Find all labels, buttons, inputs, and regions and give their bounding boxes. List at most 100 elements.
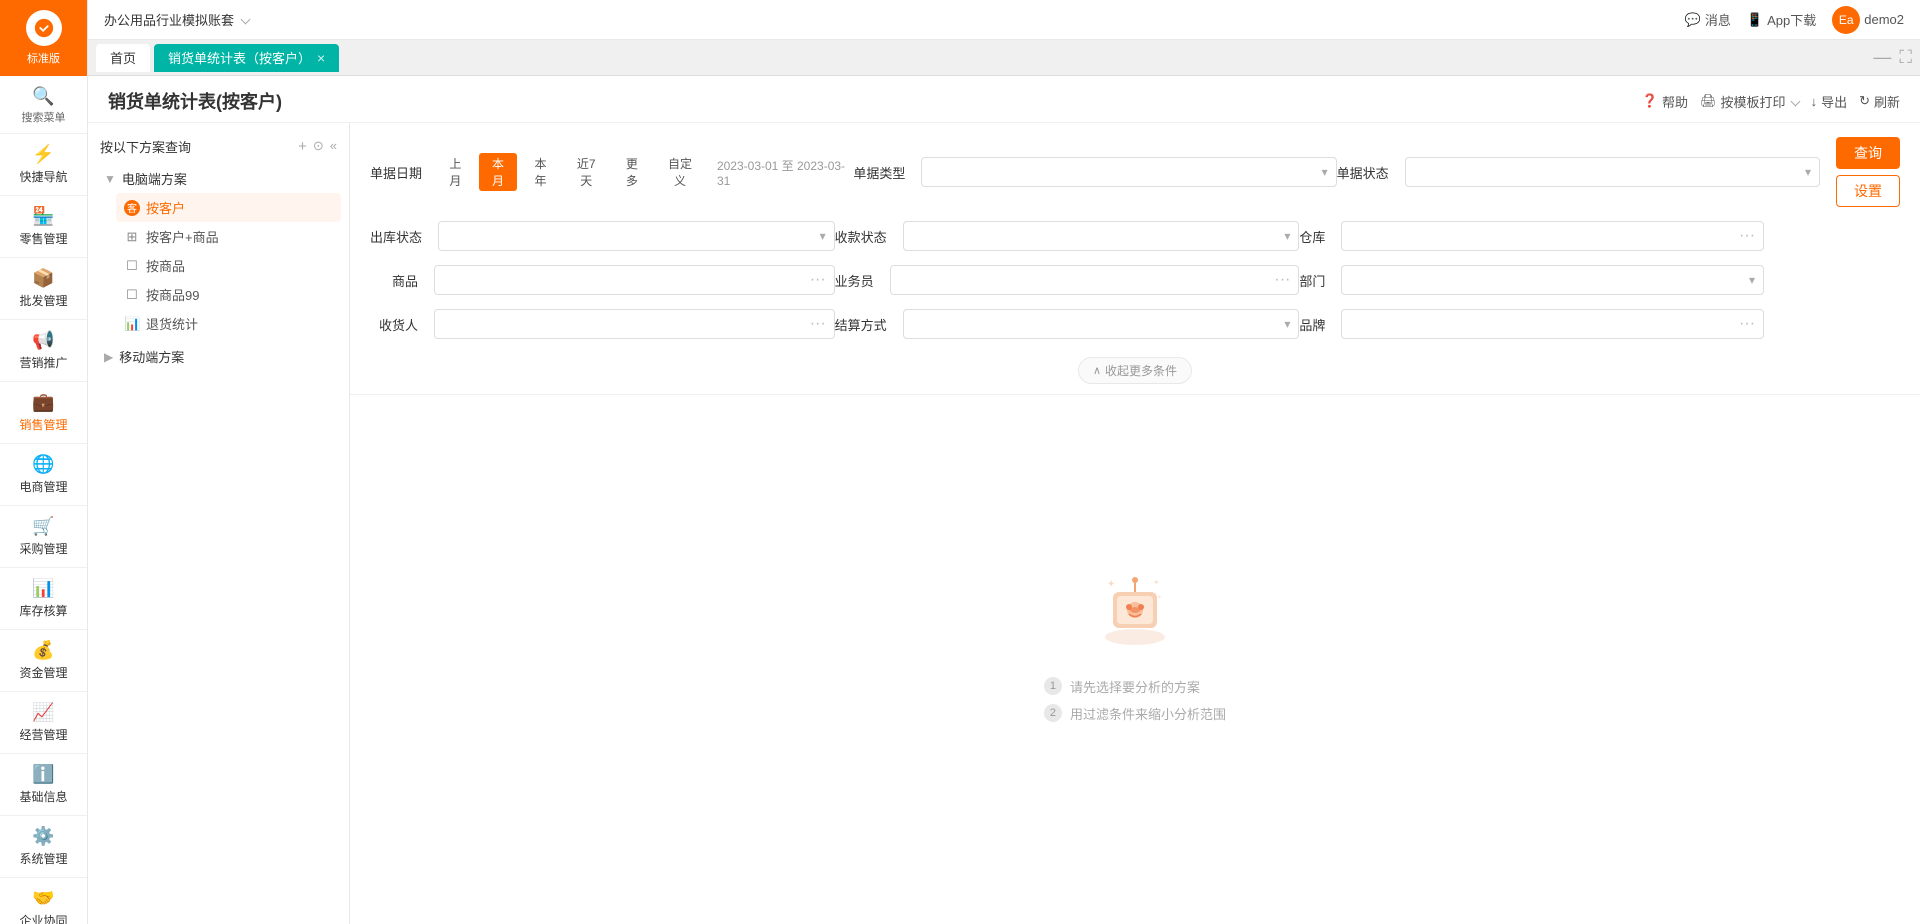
department-select[interactable]: ▾ [1341, 265, 1764, 295]
sidebar-item-purchase[interactable]: 🛒 采购管理 [0, 506, 87, 568]
sidebar-nav: ⚡ 快捷导航 🏪 零售管理 📦 批发管理 📢 营销推广 💼 销售管理 🌐 电商管… [0, 134, 87, 924]
page-title: 销货单统计表(按客户) [108, 88, 282, 114]
empty-tips: 1 请先选择要分析的方案 2 用过滤条件来缩小分析范围 [1044, 677, 1226, 723]
goods-label: 商品 [370, 271, 426, 290]
message-btn[interactable]: 💬 消息 [1685, 10, 1731, 29]
page-content: 销货单统计表(按客户) ❓ 帮助 🖨 按模板打印 ↓ 导出 ↻ 刷新 [88, 76, 1920, 924]
goods-select[interactable]: ··· [434, 265, 835, 295]
scheme-panel-actions: + ⊙ « [298, 138, 337, 155]
sidebar-item-wholesale[interactable]: 📦 批发管理 [0, 258, 87, 320]
sidebar-item-basic[interactable]: ℹ️ 基础信息 [0, 754, 87, 816]
doc-status-chevron-icon: ▾ [1805, 165, 1811, 179]
salesman-select[interactable]: ··· [890, 265, 1300, 295]
account-label: 办公用品行业模拟账套 [104, 10, 234, 29]
sidebar-item-finance[interactable]: 💰 资金管理 [0, 630, 87, 692]
payment-select[interactable]: ▾ [903, 309, 1300, 339]
sidebar-search-item[interactable]: 🔍 搜索菜单 [0, 76, 87, 134]
sidebar-item-sales[interactable]: 💼 销售管理 [0, 382, 87, 444]
warehouse-select[interactable]: ··· [1341, 221, 1764, 251]
sidebar-item-inventory[interactable]: 📊 库存核算 [0, 568, 87, 630]
sales-icon: 💼 [32, 392, 54, 413]
query-button[interactable]: 查询 [1836, 137, 1900, 169]
filter-item-goods: 商品 ··· [370, 265, 835, 295]
scheme-group-mobile-header[interactable]: ▶ 移动端方案 [96, 342, 341, 371]
marketing-icon: 📢 [32, 330, 54, 351]
filter-item-out-status: 出库状态 ▾ [370, 221, 835, 251]
recipient-select[interactable]: ··· [434, 309, 835, 339]
sidebar-item-enterprise[interactable]: 🤝 企业协同 [0, 878, 87, 924]
date-range-text: 2023-03-01 至 2023-03-31 [717, 157, 853, 188]
date-btn-custom[interactable]: 自定义 [655, 153, 705, 191]
app-download-btn[interactable]: 📱 App下载 [1747, 10, 1816, 29]
date-btn-this-month[interactable]: 本月 [479, 153, 518, 191]
tab-expand-area: — ⛶ [1873, 47, 1912, 68]
sidebar-item-operation[interactable]: 📈 经营管理 [0, 692, 87, 754]
user-btn[interactable]: Ea demo2 [1832, 6, 1904, 34]
scheme-item-by-customer[interactable]: 客 按客户 [116, 193, 341, 222]
group-mobile-label: 移动端方案 [119, 347, 184, 366]
logo-text: 标准版 [27, 50, 60, 66]
sidebar-item-system[interactable]: ⚙️ 系统管理 [0, 816, 87, 878]
sidebar-item-retail[interactable]: 🏪 零售管理 [0, 196, 87, 258]
sidebar-logo[interactable]: 标准版 [0, 0, 87, 76]
sidebar-item-shortcuts[interactable]: ⚡ 快捷导航 [0, 134, 87, 196]
inventory-icon: 📊 [32, 578, 54, 599]
sidebar-item-ecommerce[interactable]: 🌐 电商管理 [0, 444, 87, 506]
scheme-add-icon[interactable]: + [298, 138, 307, 155]
tab-minimize-icon[interactable]: — [1873, 47, 1891, 68]
ecommerce-icon: 🌐 [32, 454, 54, 475]
date-quick-buttons: 上月 本月 本年 近7天 更多 自定义 [436, 153, 705, 191]
sidebar: 标准版 🔍 搜索菜单 ⚡ 快捷导航 🏪 零售管理 📦 批发管理 📢 营销推广 💼… [0, 0, 88, 924]
enterprise-icon: 🤝 [32, 888, 54, 909]
scheme-item-by-goods[interactable]: ☐ 按商品 [116, 251, 341, 280]
department-chevron-icon: ▾ [1749, 273, 1755, 287]
tab-sales-stats[interactable]: 销货单统计表（按客户） × [154, 44, 339, 72]
filter-item-date: 单据日期 上月 本月 本年 近7天 更多 自定义 2023-03-01 至 20… [370, 153, 853, 191]
svg-text:✦: ✦ [1153, 578, 1160, 587]
brand-select[interactable]: ··· [1341, 309, 1764, 339]
out-status-chevron-icon: ▾ [820, 229, 826, 243]
setting-button[interactable]: 设置 [1836, 175, 1900, 207]
date-btn-more[interactable]: 更多 [613, 153, 652, 191]
scheme-item-by-customer-goods[interactable]: ⊞ 按客户+商品 [116, 222, 341, 251]
date-btn-7days[interactable]: 近7天 [564, 153, 609, 191]
date-btn-this-year[interactable]: 本年 [521, 153, 560, 191]
tab-bar: 首页 销货单统计表（按客户） × — ⛶ [88, 40, 1920, 76]
receipt-status-chevron-icon: ▾ [1284, 229, 1290, 243]
shortcuts-icon: ⚡ [32, 144, 54, 165]
action-buttons: 查询 设置 [1836, 137, 1900, 207]
export-btn[interactable]: ↓ 导出 [1811, 92, 1848, 111]
collapse-up-icon: ∧ [1093, 364, 1101, 377]
warehouse-label: 仓库 [1299, 227, 1333, 246]
tab-home[interactable]: 首页 [96, 44, 150, 72]
date-btn-last-month[interactable]: 上月 [436, 153, 475, 191]
tab-home-label: 首页 [110, 48, 136, 67]
collapse-more-btn[interactable]: ∧ 收起更多条件 [1078, 357, 1192, 384]
receipt-status-label: 收款状态 [835, 227, 895, 246]
doc-type-select[interactable]: ▾ [921, 157, 1336, 187]
filter-item-doc-status: 单据状态 ▾ [1337, 157, 1820, 187]
filter-item-doc-type: 单据类型 ▾ [853, 157, 1336, 187]
sidebar-item-marketing[interactable]: 📢 营销推广 [0, 320, 87, 382]
template-print-btn[interactable]: 🖨 按模板打印 [1700, 92, 1799, 111]
scheme-collapse-icon[interactable]: « [330, 138, 337, 155]
refresh-btn[interactable]: ↻ 刷新 [1859, 92, 1900, 111]
filter-row-4: 收货人 ··· 结算方式 ▾ [370, 309, 1900, 339]
group-desktop-label: 电脑端方案 [122, 169, 187, 188]
scheme-item-by-goods99[interactable]: ☐ 按商品99 [116, 280, 341, 309]
empty-icon: ✦ ✦ ✦ [1085, 557, 1185, 657]
doc-status-select[interactable]: ▾ [1405, 157, 1820, 187]
scheme-copy-icon[interactable]: ⊙ [313, 138, 324, 155]
help-btn[interactable]: ❓ 帮助 [1642, 92, 1688, 111]
tip-item-1: 1 请先选择要分析的方案 [1044, 677, 1226, 696]
collapse-bar: ∧ 收起更多条件 [370, 353, 1900, 394]
tab-fullscreen-icon[interactable]: ⛶ [1899, 47, 1912, 68]
payment-label: 结算方式 [835, 315, 895, 334]
account-dropdown[interactable]: 办公用品行业模拟账套 [104, 10, 249, 29]
receipt-status-select[interactable]: ▾ [903, 221, 1300, 251]
scheme-item-return-stats[interactable]: 📊 退货统计 [116, 309, 341, 338]
tab-close-icon[interactable]: × [317, 50, 325, 66]
out-status-select[interactable]: ▾ [438, 221, 835, 251]
topbar-right: 💬 消息 📱 App下载 Ea demo2 [1685, 6, 1904, 34]
scheme-group-desktop-header[interactable]: ▼ 电脑端方案 [96, 164, 341, 193]
